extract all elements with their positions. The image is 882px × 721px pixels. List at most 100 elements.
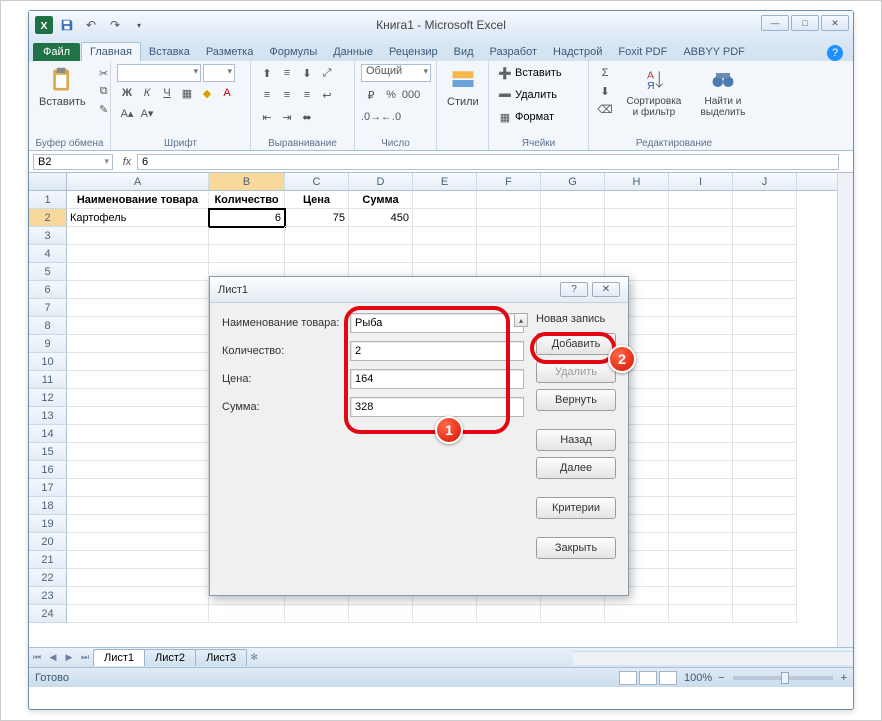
cell[interactable] — [733, 389, 797, 407]
qat-dropdown-icon[interactable]: ▾ — [129, 15, 149, 35]
cut-icon[interactable]: ✂ — [95, 65, 113, 81]
cell[interactable]: 75 — [285, 209, 349, 227]
fill-color-icon[interactable]: ◆ — [198, 85, 216, 101]
cell[interactable] — [733, 533, 797, 551]
cell[interactable] — [733, 209, 797, 227]
sheet-tab[interactable]: Лист2 — [144, 649, 196, 666]
save-icon[interactable] — [57, 15, 77, 35]
cell[interactable] — [733, 443, 797, 461]
cell[interactable] — [669, 533, 733, 551]
cell[interactable] — [733, 497, 797, 515]
sort-filter-button[interactable]: АЯСортировка и фильтр — [619, 64, 689, 120]
format-painter-icon[interactable]: ✎ — [95, 101, 113, 117]
cell[interactable] — [669, 389, 733, 407]
cell[interactable] — [605, 191, 669, 209]
underline-icon[interactable]: Ч — [158, 85, 176, 101]
cell[interactable] — [733, 587, 797, 605]
col-header[interactable]: J — [733, 173, 797, 190]
cell[interactable] — [67, 281, 209, 299]
file-tab[interactable]: Файл — [33, 43, 80, 61]
field-name-input[interactable] — [350, 313, 524, 333]
field-sum-input[interactable] — [350, 397, 524, 417]
cell[interactable] — [669, 191, 733, 209]
cell[interactable] — [669, 605, 733, 623]
col-header[interactable]: C — [285, 173, 349, 190]
cell[interactable]: 6 — [209, 209, 285, 227]
cell[interactable] — [541, 227, 605, 245]
cell[interactable] — [669, 551, 733, 569]
cell[interactable] — [669, 227, 733, 245]
row-header[interactable]: 18 — [29, 497, 67, 515]
cell[interactable] — [285, 245, 349, 263]
cell[interactable] — [541, 245, 605, 263]
row-header[interactable]: 24 — [29, 605, 67, 623]
orientation-icon[interactable]: ⤢ — [318, 65, 336, 81]
cell[interactable] — [67, 461, 209, 479]
cell[interactable] — [413, 245, 477, 263]
fill-icon[interactable]: ⬇ — [596, 83, 614, 99]
row-header[interactable]: 10 — [29, 353, 67, 371]
cell[interactable] — [67, 515, 209, 533]
col-header[interactable]: G — [541, 173, 605, 190]
cell[interactable] — [413, 191, 477, 209]
cell[interactable] — [733, 227, 797, 245]
tab-foxit[interactable]: Foxit PDF — [610, 43, 675, 61]
row-header[interactable]: 5 — [29, 263, 67, 281]
close-dialog-button[interactable]: Закрыть — [536, 537, 616, 559]
align-top-icon[interactable]: ⬆ — [258, 65, 276, 81]
cell[interactable] — [67, 479, 209, 497]
row-header[interactable]: 2 — [29, 209, 67, 227]
minimize-button[interactable]: — — [761, 15, 789, 31]
cell[interactable] — [669, 587, 733, 605]
col-header[interactable]: F — [477, 173, 541, 190]
row-header[interactable]: 11 — [29, 371, 67, 389]
cell[interactable] — [209, 605, 285, 623]
cell[interactable] — [541, 191, 605, 209]
cells-delete-button[interactable]: ➖Удалить — [495, 86, 557, 104]
cell[interactable] — [67, 443, 209, 461]
cell[interactable] — [67, 371, 209, 389]
cell[interactable] — [669, 569, 733, 587]
tab-view[interactable]: Вид — [446, 43, 482, 61]
cell[interactable] — [669, 263, 733, 281]
cell[interactable] — [605, 227, 669, 245]
cell[interactable] — [733, 425, 797, 443]
row-header[interactable]: 8 — [29, 317, 67, 335]
cell[interactable] — [413, 209, 477, 227]
vertical-scrollbar[interactable] — [837, 173, 853, 647]
tab-review[interactable]: Рецензир — [381, 43, 446, 61]
comma-icon[interactable]: 000 — [402, 87, 420, 103]
cell[interactable] — [733, 191, 797, 209]
cell[interactable]: Сумма — [349, 191, 413, 209]
cell[interactable] — [413, 227, 477, 245]
help-icon[interactable]: ? — [827, 45, 843, 61]
cell[interactable] — [669, 209, 733, 227]
sheet-nav-first-icon[interactable]: ⏮ — [29, 652, 45, 663]
cell[interactable] — [413, 605, 477, 623]
cell[interactable] — [733, 371, 797, 389]
cell[interactable] — [733, 299, 797, 317]
cell[interactable] — [477, 245, 541, 263]
cell[interactable] — [669, 281, 733, 299]
col-header[interactable]: A — [67, 173, 209, 190]
row-header[interactable]: 4 — [29, 245, 67, 263]
cell[interactable]: Цена — [285, 191, 349, 209]
delete-button[interactable]: Удалить — [536, 361, 616, 383]
col-header[interactable]: D — [349, 173, 413, 190]
tab-formulas[interactable]: Формулы — [261, 43, 325, 61]
wrap-text-icon[interactable]: ↩ — [318, 87, 336, 103]
sheet-tab[interactable]: Лист3 — [195, 649, 247, 666]
restore-button[interactable]: Вернуть — [536, 389, 616, 411]
maximize-button[interactable]: □ — [791, 15, 819, 31]
view-layout-icon[interactable] — [639, 671, 657, 685]
cell[interactable] — [669, 407, 733, 425]
cell[interactable] — [733, 461, 797, 479]
undo-icon[interactable]: ↶ — [81, 15, 101, 35]
row-header[interactable]: 17 — [29, 479, 67, 497]
dialog-help-icon[interactable]: ? — [560, 282, 588, 297]
cell[interactable] — [541, 209, 605, 227]
font-size-combo[interactable] — [203, 64, 235, 82]
cell[interactable] — [67, 389, 209, 407]
row-header[interactable]: 14 — [29, 425, 67, 443]
cell[interactable] — [605, 605, 669, 623]
